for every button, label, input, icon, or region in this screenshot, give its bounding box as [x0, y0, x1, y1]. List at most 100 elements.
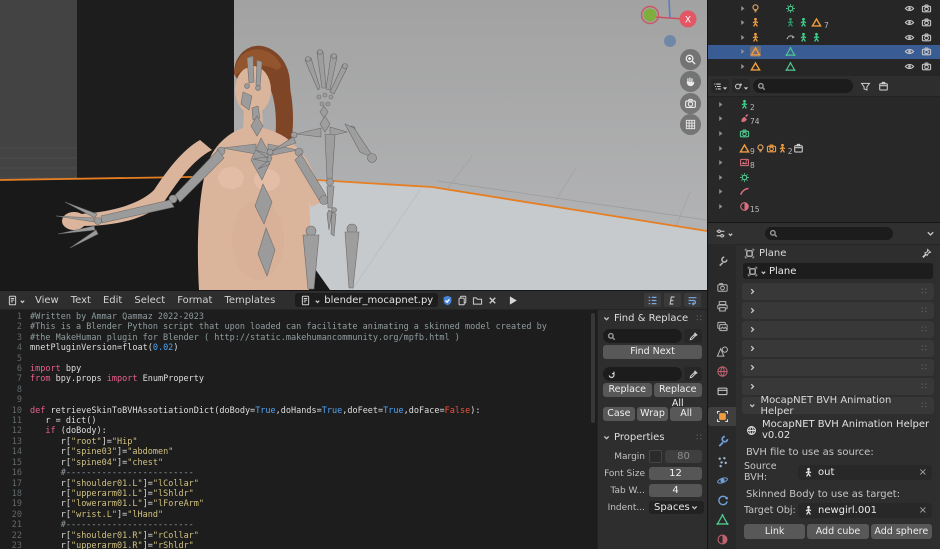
hide-in-viewport-icon[interactable] — [904, 32, 915, 44]
web-icon[interactable] — [746, 424, 757, 437]
pan-hand-button[interactable] — [680, 71, 701, 92]
blendfile-row-Collections[interactable]: 92 — [708, 141, 940, 156]
filter-dropdown-icon[interactable] — [925, 228, 936, 239]
panel-drag-handle[interactable]: ∷ — [696, 314, 703, 324]
menu-format[interactable]: Format — [177, 295, 212, 306]
tab-data[interactable] — [708, 510, 736, 530]
disable-in-renders-icon[interactable] — [921, 3, 932, 15]
open-text-icon[interactable] — [472, 295, 483, 306]
tab-particles[interactable] — [708, 452, 736, 472]
outliner-row-out[interactable] — [708, 30, 940, 45]
tab-world[interactable] — [708, 362, 736, 382]
breadcrumb-object[interactable]: Plane — [759, 248, 786, 259]
menu-edit[interactable]: Edit — [103, 295, 122, 306]
toggle-word-wrap[interactable] — [684, 293, 701, 307]
tab-render[interactable] — [708, 278, 736, 298]
font-size-value[interactable]: 12 — [649, 467, 702, 480]
blendfile-row-Line-Styles[interactable] — [708, 185, 940, 200]
code-scrollbar[interactable] — [591, 313, 595, 423]
tab-scene[interactable] — [708, 342, 736, 362]
outliner-row-newgirl.001[interactable]: 7 — [708, 16, 940, 30]
panel-drag-handle[interactable]: ∷ — [921, 382, 928, 392]
panel-drag-handle[interactable]: ∷ — [921, 401, 928, 411]
margin-value[interactable]: 80 — [665, 450, 702, 463]
properties-search-input[interactable] — [765, 227, 893, 240]
tab-collection[interactable] — [708, 381, 736, 401]
toggle-case[interactable]: Case — [603, 407, 635, 421]
clear-source-icon[interactable]: × — [919, 467, 927, 478]
target-obj-field[interactable]: newgirl.001 × — [798, 503, 932, 518]
editor-type-button[interactable] — [4, 293, 29, 307]
tab-object[interactable] — [708, 406, 736, 426]
find-input[interactable] — [603, 329, 682, 343]
tab-modifier[interactable] — [708, 432, 736, 452]
tab-width-value[interactable]: 4 — [649, 484, 702, 497]
replace-button[interactable]: Replace — [603, 383, 652, 397]
new-collection-icon[interactable] — [878, 81, 889, 92]
clear-target-icon[interactable]: × — [919, 505, 927, 516]
new-text-icon[interactable] — [457, 295, 468, 306]
source-bvh-field[interactable]: out × — [798, 464, 932, 480]
disable-in-renders-icon[interactable] — [921, 46, 932, 58]
hide-in-viewport-icon[interactable] — [904, 17, 915, 29]
blendfile-row-Lights[interactable] — [708, 170, 940, 185]
find-next-button[interactable]: Find Next — [603, 345, 702, 359]
panel-visibility[interactable]: ∷ — [742, 378, 934, 395]
menu-text[interactable]: Text — [71, 295, 91, 306]
toggle-syntax-highlight[interactable] — [664, 293, 681, 307]
display-mode-dropdown[interactable] — [732, 79, 750, 93]
panel-instancing[interactable]: ∷ — [742, 340, 934, 357]
tab-material[interactable] — [708, 530, 736, 549]
tab-output[interactable] — [708, 297, 736, 317]
menu-view[interactable]: View — [35, 295, 59, 306]
find-eyedropper-button[interactable] — [684, 329, 702, 343]
hide-in-viewport-icon[interactable] — [904, 46, 915, 58]
panel-relations[interactable]: ∷ — [742, 302, 934, 319]
panel-drag-handle[interactable]: ∷ — [921, 363, 928, 373]
panel-motion-paths[interactable]: ∷ — [742, 359, 934, 376]
tab-viewlayer[interactable] — [708, 317, 736, 337]
margin-checkbox[interactable] — [649, 450, 662, 463]
blendfile-row-Cameras[interactable] — [708, 126, 940, 141]
toggle-wrap[interactable]: Wrap — [636, 407, 669, 421]
blendfile-row-Brushes[interactable]: 74 — [708, 112, 940, 126]
text-datablock[interactable]: blender_mocapnet.py — [295, 293, 439, 307]
tab-tool[interactable] — [708, 252, 736, 272]
disable-in-renders-icon[interactable] — [921, 17, 932, 29]
3d-viewport[interactable]: X — [0, 0, 707, 290]
filter-icon[interactable] — [860, 81, 871, 92]
add-sphere-button[interactable]: Add sphere — [870, 524, 932, 539]
tab-constraints[interactable] — [708, 491, 736, 511]
add-cube-button[interactable]: Add cube — [807, 524, 869, 539]
tab-physics[interactable] — [708, 471, 736, 491]
replace-input[interactable] — [603, 367, 682, 381]
replace-all-button[interactable]: Replace All — [653, 383, 702, 409]
toggle-ortho-button[interactable] — [680, 114, 701, 135]
panel-drag-handle[interactable]: ∷ — [696, 433, 703, 443]
menu-select[interactable]: Select — [134, 295, 165, 306]
blendfile-row-Armatures[interactable]: 2 — [708, 97, 940, 112]
editor-type-button[interactable] — [711, 79, 729, 93]
outliner-row-Plane[interactable] — [708, 44, 940, 59]
blendfile-row-Materials[interactable]: 15 — [708, 199, 940, 214]
pin-icon[interactable] — [921, 248, 932, 259]
hide-in-viewport-icon[interactable] — [904, 3, 915, 15]
outliner-row-Plane.001[interactable] — [708, 59, 940, 74]
outliner-row-Light[interactable] — [708, 1, 940, 16]
indent-dropdown[interactable]: Spaces — [649, 501, 704, 514]
object-name-field[interactable]: Plane — [743, 263, 933, 279]
panel-transform[interactable]: ∷ — [742, 283, 934, 300]
menu-templates[interactable]: Templates — [224, 295, 275, 306]
outliner-search-input[interactable] — [753, 79, 853, 93]
panel-drag-handle[interactable]: ∷ — [921, 344, 928, 354]
disable-in-renders-icon[interactable] — [921, 61, 932, 73]
panel-mocapnet-header[interactable]: MocapNET BVH Animation Helper ∷ — [742, 395, 934, 417]
link-button[interactable]: Link — [744, 524, 806, 539]
toggle-all[interactable]: All — [670, 407, 703, 421]
panel-collections[interactable]: ∷ — [742, 321, 934, 338]
camera-view-button[interactable] — [680, 93, 701, 114]
replace-eyedropper-button[interactable] — [684, 367, 702, 381]
panel-drag-handle[interactable]: ∷ — [921, 287, 928, 297]
editor-type-button[interactable] — [712, 227, 737, 241]
blendfile-row-Images[interactable]: 8 — [708, 155, 940, 170]
